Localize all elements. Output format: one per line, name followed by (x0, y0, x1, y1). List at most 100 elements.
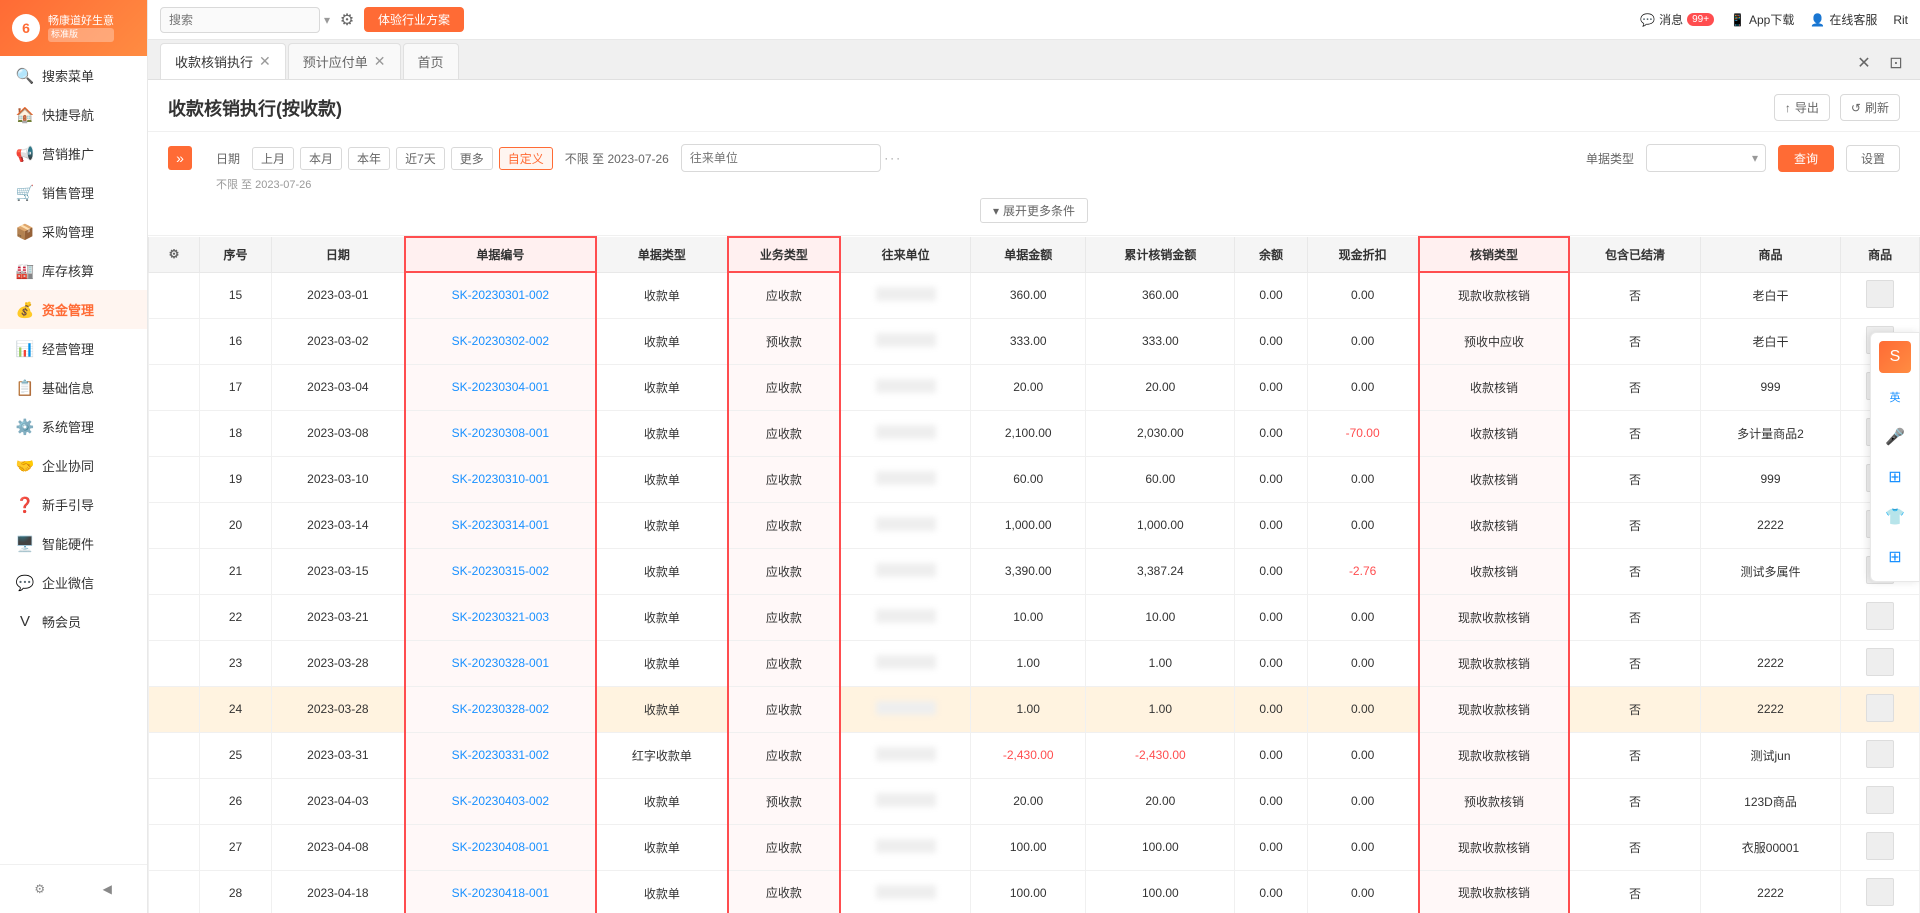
cell-bill_no-row6[interactable]: SK-20230315-002 (405, 548, 597, 594)
col-settings-icon[interactable]: ⚙ (169, 247, 180, 261)
service-btn[interactable]: 👤 在线客服 (1810, 11, 1877, 28)
table-wrap: ⚙序号日期单据编号单据类型业务类型往来单位单据金额累计核销金额余额现金折扣核销类… (148, 236, 1920, 913)
date-btn-上月[interactable]: 上月 (252, 147, 294, 170)
sidebar-label-wechat: 企业微信 (42, 573, 94, 592)
cell-bill_no-row9[interactable]: SK-20230328-002 (405, 686, 597, 732)
date-btn-本月[interactable]: 本月 (300, 147, 342, 170)
sidebar-item-quick[interactable]: 🏠快捷导航 (0, 95, 147, 134)
date-custom-btn[interactable]: 自定义 (499, 147, 553, 170)
link-bill_no-row9[interactable]: SK-20230328-002 (452, 702, 549, 716)
topbar-search-input[interactable] (160, 7, 320, 33)
export-btn[interactable]: ↑ 导出 (1774, 94, 1830, 121)
cell-bill_no-row11[interactable]: SK-20230403-002 (405, 778, 597, 824)
sidebar-item-wechat[interactable]: 💬企业微信 (0, 563, 147, 602)
msg-btn[interactable]: 💬 消息 99+ (1640, 11, 1714, 28)
tab-label-home: 首页 (418, 52, 444, 71)
cell-verify_type-row0: 现款收款核销 (1419, 272, 1570, 318)
sidebar-label-sales: 销售管理 (42, 183, 94, 202)
tab-close-collection[interactable]: ✕ (259, 53, 271, 70)
blurred-unit (876, 839, 936, 853)
tab-close-prepay[interactable]: ✕ (374, 53, 386, 70)
cell-bill_no-row1[interactable]: SK-20230302-002 (405, 318, 597, 364)
link-bill_no-row12[interactable]: SK-20230408-001 (452, 840, 549, 854)
table-row: 212023-03-15SK-20230315-002收款单应收款3,390.0… (149, 548, 1920, 594)
refresh-btn[interactable]: ↺ 刷新 (1840, 94, 1900, 121)
filter-setting-btn[interactable]: 设置 (1846, 145, 1900, 172)
app-download-btn[interactable]: 📱 App下载 (1730, 11, 1794, 28)
sidebar-collapse-btn[interactable]: ◀ (78, 875, 138, 903)
cell-bill_no-row5[interactable]: SK-20230314-001 (405, 502, 597, 548)
sidebar-item-marketing[interactable]: 📢营销推广 (0, 134, 147, 173)
username-label[interactable]: Rit (1893, 13, 1908, 27)
sidebar-item-purchase[interactable]: 📦采购管理 (0, 212, 147, 251)
float-en-btn[interactable]: 英 (1879, 381, 1911, 413)
cell-bill_no-row4[interactable]: SK-20230310-001 (405, 456, 597, 502)
sidebar-settings-btn[interactable]: ⚙ (10, 875, 70, 903)
link-bill_no-row2[interactable]: SK-20230304-001 (452, 380, 549, 394)
sidebar-item-finance[interactable]: 💰资金管理 (0, 290, 147, 329)
blurred-unit (876, 333, 936, 347)
sidebar-item-operation[interactable]: 📊经营管理 (0, 329, 147, 368)
cell-goods-row13: 2222 (1700, 870, 1841, 913)
cell-bill_no-row2[interactable]: SK-20230304-001 (405, 364, 597, 410)
sidebar-item-member[interactable]: V畅会员 (0, 602, 147, 641)
query-btn[interactable]: 查询 (1778, 145, 1834, 172)
cell-verify_type-row13: 现款收款核销 (1419, 870, 1570, 913)
cell-bill_no-row3[interactable]: SK-20230308-001 (405, 410, 597, 456)
sidebar-item-guide[interactable]: ❓新手引导 (0, 485, 147, 524)
sidebar-item-inventory[interactable]: 🏭库存核算 (0, 251, 147, 290)
topbar-right: 💬 消息 99+ 📱 App下载 👤 在线客服 Rit (1640, 11, 1908, 28)
date-btn-近7天[interactable]: 近7天 (396, 147, 445, 170)
tab-collection[interactable]: 收款核销执行✕ (160, 43, 286, 79)
sidebar-item-hardware[interactable]: 🖥️智能硬件 (0, 524, 147, 563)
cell-bill_no-row0[interactable]: SK-20230301-002 (405, 272, 597, 318)
sidebar-item-basic[interactable]: 📋基础信息 (0, 368, 147, 407)
link-bill_no-row3[interactable]: SK-20230308-001 (452, 426, 549, 440)
tab-close-all-btn[interactable]: ✕ (1852, 51, 1876, 75)
float-s-btn[interactable]: S (1879, 341, 1911, 373)
cell-goods-row6: 测试多属件 (1700, 548, 1841, 594)
cell-no-row0: 15 (199, 272, 271, 318)
sidebar-item-enterprise[interactable]: 🤝企业协同 (0, 446, 147, 485)
cell-discount-row7: 0.00 (1307, 594, 1419, 640)
date-btn-更多[interactable]: 更多 (451, 147, 493, 170)
link-bill_no-row10[interactable]: SK-20230331-002 (452, 748, 549, 762)
filter-toggle-btn[interactable]: » (168, 146, 192, 170)
float-shirt-btn[interactable]: 👕 (1879, 501, 1911, 533)
cell-bill_no-row13[interactable]: SK-20230418-001 (405, 870, 597, 913)
float-apps-btn[interactable]: ⊞ (1879, 541, 1911, 573)
link-bill_no-row0[interactable]: SK-20230301-002 (452, 288, 549, 302)
goods-thumbnail (1866, 602, 1894, 630)
industry-btn[interactable]: 体验行业方案 (364, 7, 464, 32)
cell-bill_no-row12[interactable]: SK-20230408-001 (405, 824, 597, 870)
tab-prepay[interactable]: 预计应付单✕ (288, 43, 401, 79)
link-bill_no-row11[interactable]: SK-20230403-002 (452, 794, 549, 808)
link-bill_no-row7[interactable]: SK-20230321-003 (452, 610, 549, 624)
sidebar-item-search[interactable]: 🔍搜索菜单 (0, 56, 147, 95)
link-bill_no-row5[interactable]: SK-20230314-001 (452, 518, 549, 532)
cell-include_cleared-row1: 否 (1569, 318, 1700, 364)
link-bill_no-row13[interactable]: SK-20230418-001 (452, 886, 549, 900)
cell-settings-row13 (149, 870, 200, 913)
sidebar-item-system[interactable]: ⚙️系统管理 (0, 407, 147, 446)
float-mic-btn[interactable]: 🎤 (1879, 421, 1911, 453)
tab-expand-btn[interactable]: ⊡ (1884, 51, 1908, 75)
dots-icon[interactable]: ··· (884, 151, 902, 165)
cell-bill_no-row10[interactable]: SK-20230331-002 (405, 732, 597, 778)
type-select[interactable] (1646, 144, 1766, 172)
link-bill_no-row6[interactable]: SK-20230315-002 (452, 564, 549, 578)
topbar-gear-icon[interactable]: ⚙ (334, 7, 360, 33)
cell-verify_type-row1: 预收中应收 (1419, 318, 1570, 364)
expand-more-btn[interactable]: ▾ 展开更多条件 (980, 198, 1088, 223)
link-bill_no-row1[interactable]: SK-20230302-002 (452, 334, 549, 348)
sidebar-item-sales[interactable]: 🛒销售管理 (0, 173, 147, 212)
tab-home[interactable]: 首页 (403, 43, 459, 79)
cell-bill_no-row8[interactable]: SK-20230328-001 (405, 640, 597, 686)
link-bill_no-row8[interactable]: SK-20230328-001 (452, 656, 549, 670)
link-bill_no-row4[interactable]: SK-20230310-001 (452, 472, 549, 486)
float-grid-btn[interactable]: ⊞ (1879, 461, 1911, 493)
unit-input[interactable] (681, 144, 881, 172)
cell-bill_no-row7[interactable]: SK-20230321-003 (405, 594, 597, 640)
cell-goods-row1: 老白干 (1700, 318, 1841, 364)
date-btn-本年[interactable]: 本年 (348, 147, 390, 170)
